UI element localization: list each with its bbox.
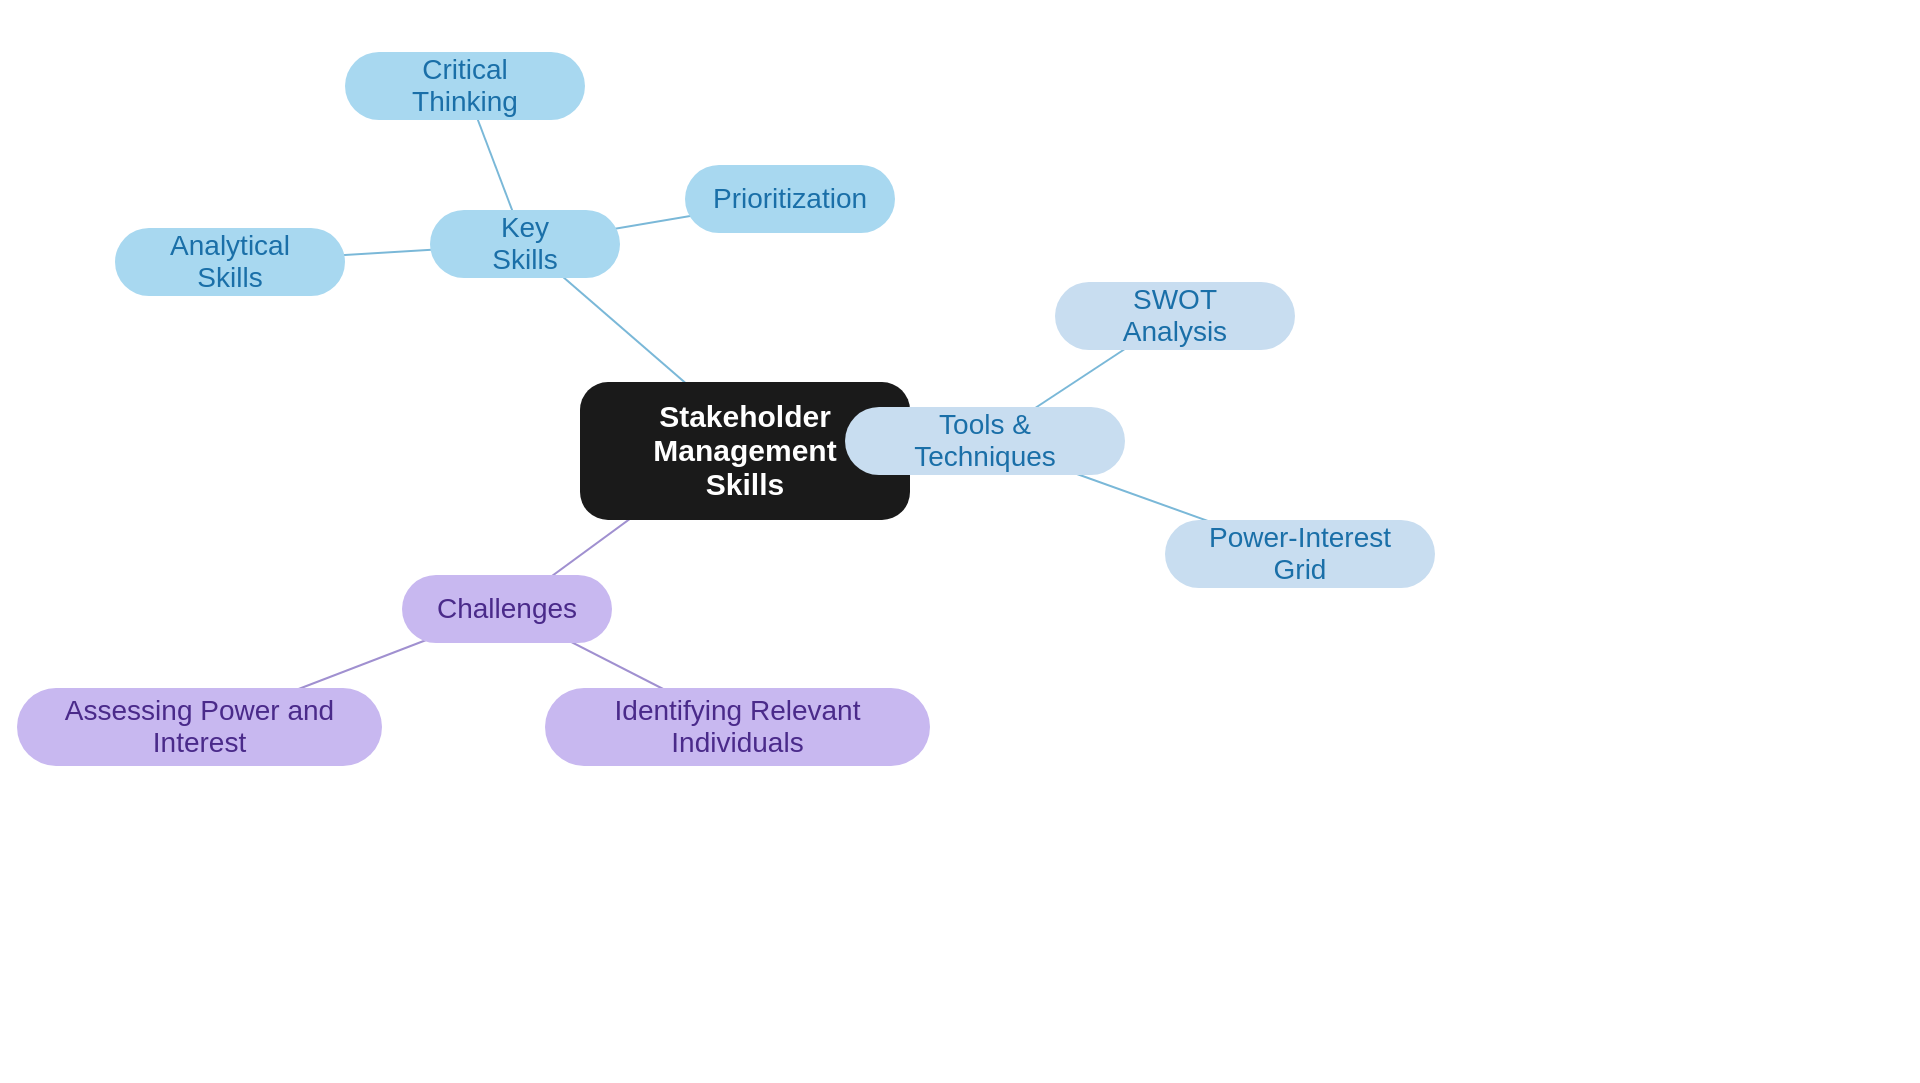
challenges-node: Challenges [402,575,612,643]
key-skills-node: Key Skills [430,210,620,278]
key-skills-label: Key Skills [466,212,584,276]
prioritization-label: Prioritization [713,183,867,215]
power-grid-label: Power-Interest Grid [1201,522,1399,586]
identifying-label: Identifying Relevant Individuals [581,695,894,759]
prioritization-node: Prioritization [685,165,895,233]
tools-node: Tools & Techniques [845,407,1125,475]
identifying-node: Identifying Relevant Individuals [545,688,930,766]
assessing-label: Assessing Power and Interest [53,695,346,759]
center-label: Stakeholder Management Skills [616,400,874,502]
analytical-skills-label: Analytical Skills [151,230,309,294]
power-grid-node: Power-Interest Grid [1165,520,1435,588]
assessing-node: Assessing Power and Interest [17,688,382,766]
swot-label: SWOT Analysis [1091,284,1259,348]
critical-thinking-node: Critical Thinking [345,52,585,120]
analytical-skills-node: Analytical Skills [115,228,345,296]
critical-thinking-label: Critical Thinking [381,54,549,118]
swot-node: SWOT Analysis [1055,282,1295,350]
challenges-label: Challenges [437,593,577,625]
tools-label: Tools & Techniques [881,409,1089,473]
